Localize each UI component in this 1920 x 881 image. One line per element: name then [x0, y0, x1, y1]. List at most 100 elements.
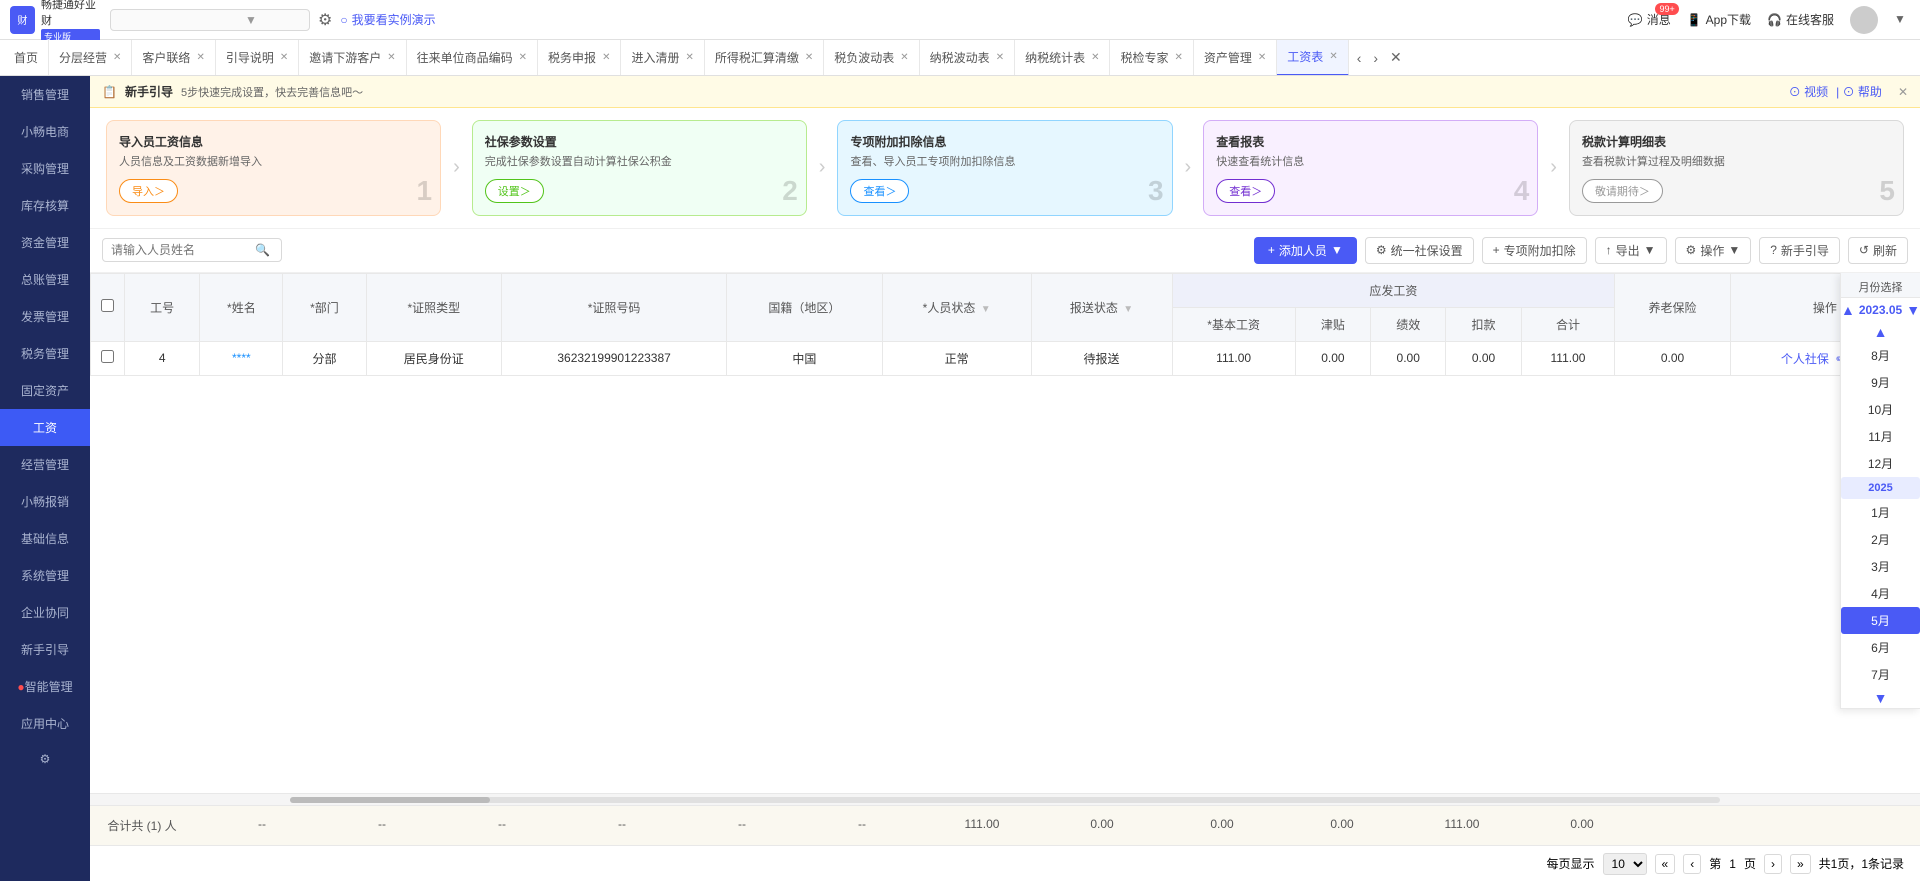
next-page-button[interactable]: › — [1764, 854, 1782, 874]
close-icon[interactable]: ✕ — [113, 52, 121, 63]
month-item-3[interactable]: 3月 — [1841, 553, 1920, 580]
close-icon[interactable]: ✕ — [280, 52, 288, 63]
row-checkbox[interactable] — [101, 350, 114, 363]
close-icon[interactable]: ✕ — [519, 52, 527, 63]
close-icon[interactable]: ✕ — [900, 52, 908, 63]
month-year-up-button[interactable]: ▲ — [1841, 302, 1855, 318]
tab-tax-burden[interactable]: 税负波动表✕ — [824, 40, 919, 76]
tab-tax-report[interactable]: 税务申报✕ — [538, 40, 621, 76]
step-btn-5[interactable]: 敬请期待＞ — [1582, 179, 1663, 203]
month-item-2[interactable]: 2月 — [1841, 526, 1920, 553]
operation-button[interactable]: ⚙ 操作 ▼ — [1675, 237, 1752, 264]
month-item-4[interactable]: 4月 — [1841, 580, 1920, 607]
close-icon[interactable]: ✕ — [387, 52, 395, 63]
sidebar-item-funds[interactable]: 资金管理 — [0, 224, 90, 261]
sidebar-item-base[interactable]: 基础信息 — [0, 520, 90, 557]
close-icon[interactable]: ✕ — [996, 52, 1004, 63]
close-icon[interactable]: ✕ — [602, 52, 610, 63]
social-security-button[interactable]: ⚙ 统一社保设置 — [1365, 237, 1474, 264]
sidebar-item-ai[interactable]: ●智能管理 — [0, 668, 90, 705]
online-service-button[interactable]: 🎧 在线客服 — [1767, 11, 1834, 28]
sidebar-item-appstore[interactable]: 应用中心 — [0, 705, 90, 742]
user-menu[interactable]: ▼ — [1894, 12, 1910, 28]
tab-clear[interactable]: 进入清册✕ — [621, 40, 704, 76]
last-page-button[interactable]: » — [1790, 854, 1811, 874]
select-all-checkbox[interactable] — [101, 299, 114, 312]
tab-income[interactable]: 所得税汇算清缴✕ — [705, 40, 824, 76]
close-icon[interactable]: ✕ — [685, 52, 693, 63]
step-btn-3[interactable]: 查看＞ — [850, 179, 909, 203]
sidebar-item-sales[interactable]: 销售管理 — [0, 76, 90, 113]
tab-asset[interactable]: 资产管理✕ — [1194, 40, 1277, 76]
tab-tax-stat[interactable]: 纳税统计表✕ — [1015, 40, 1110, 76]
sidebar-item-purchase[interactable]: 采购管理 — [0, 150, 90, 187]
app-download-button[interactable]: 📱 App下载 — [1687, 11, 1751, 28]
close-icon[interactable]: ✕ — [1258, 52, 1266, 63]
first-page-button[interactable]: « — [1655, 854, 1676, 874]
search-btn[interactable]: 🔍 — [255, 243, 270, 257]
avatar[interactable] — [1850, 6, 1878, 34]
refresh-button[interactable]: ↺ 刷新 — [1848, 237, 1908, 264]
tab-invite[interactable]: 邀请下游客户✕ — [299, 40, 406, 76]
sidebar-item-expense[interactable]: 小畅报销 — [0, 483, 90, 520]
sidebar-item-newbie[interactable]: 新手引导 — [0, 631, 90, 668]
tab-home[interactable]: 首页 — [4, 40, 49, 76]
export-button[interactable]: ↑ 导出 ▼ — [1595, 237, 1667, 264]
guide-video-link[interactable]: ⊙ 视频 — [1789, 83, 1828, 100]
sidebar-item-assets[interactable]: 固定资产 — [0, 372, 90, 409]
demo-link[interactable]: ○ 我要看实例演示 — [340, 11, 435, 28]
tab-close-all-button[interactable]: ✕ — [1386, 47, 1406, 68]
newbie-guide-button[interactable]: ? 新手引导 — [1759, 237, 1840, 264]
tab-prev-button[interactable]: ‹ — [1353, 48, 1366, 68]
month-item-8[interactable]: 8月 — [1841, 342, 1920, 369]
prev-page-button[interactable]: ‹ — [1683, 854, 1701, 874]
sidebar-item-invoice[interactable]: 发票管理 — [0, 298, 90, 335]
month-item-7[interactable]: 7月 — [1841, 661, 1920, 688]
sidebar-item-collab[interactable]: 企业协同 — [0, 594, 90, 631]
close-icon[interactable]: ✕ — [1091, 52, 1099, 63]
step-btn-2[interactable]: 设置＞ — [485, 179, 544, 203]
close-icon[interactable]: ✕ — [1329, 51, 1337, 62]
search-input[interactable] — [119, 13, 239, 27]
month-scroll-down-button[interactable]: ▼ — [1841, 688, 1920, 708]
month-scroll-up-button[interactable]: ▲ — [1841, 322, 1920, 342]
step-btn-1[interactable]: 导入＞ — [119, 179, 178, 203]
tab-tax-wave[interactable]: 纳税波动表✕ — [920, 40, 1015, 76]
personal-social-link[interactable]: 个人社保 — [1781, 352, 1829, 366]
tab-client[interactable]: 客户联络✕ — [132, 40, 215, 76]
special-deduct-button[interactable]: + 专项附加扣除 — [1482, 237, 1587, 264]
sidebar-item-settings[interactable]: ⚙ — [0, 742, 90, 776]
settings-icon[interactable]: ⚙ — [318, 10, 332, 30]
month-item-6[interactable]: 6月 — [1841, 634, 1920, 661]
scrollbar-thumb[interactable] — [290, 797, 490, 803]
month-item-10[interactable]: 10月 — [1841, 396, 1920, 423]
guide-help-link[interactable]: | ⊙ 帮助 — [1836, 83, 1882, 100]
sidebar-item-tax[interactable]: 税务管理 — [0, 335, 90, 372]
month-item-12[interactable]: 12月 — [1841, 450, 1920, 477]
sidebar-item-ecom[interactable]: 小畅电商 — [0, 113, 90, 150]
close-icon[interactable]: ✕ — [805, 52, 813, 63]
month-item-5[interactable]: 5月 — [1841, 607, 1920, 634]
tab-goods-code[interactable]: 往来单位商品编码✕ — [407, 40, 538, 76]
tab-salary[interactable]: 工资表✕ — [1277, 40, 1348, 76]
close-icon[interactable]: ✕ — [196, 52, 204, 63]
table-scrollbar[interactable] — [90, 793, 1920, 805]
sidebar-item-sys[interactable]: 系统管理 — [0, 557, 90, 594]
sidebar-item-salary[interactable]: 工资 — [0, 409, 90, 446]
tab-next-button[interactable]: › — [1369, 48, 1382, 68]
sidebar-item-ledger[interactable]: 总账管理 — [0, 261, 90, 298]
employee-search-input[interactable] — [111, 243, 251, 257]
tab-tax-expert[interactable]: 税检专家✕ — [1110, 40, 1193, 76]
close-guide-button[interactable]: ✕ — [1898, 85, 1908, 99]
page-size-select[interactable]: 10 20 50 — [1603, 853, 1647, 875]
message-button[interactable]: 💬 消息 99+ — [1628, 11, 1671, 28]
tab-guide[interactable]: 引导说明✕ — [216, 40, 299, 76]
month-item-11[interactable]: 11月 — [1841, 423, 1920, 450]
month-item-9[interactable]: 9月 — [1841, 369, 1920, 396]
tab-fenck[interactable]: 分层经营✕ — [49, 40, 132, 76]
month-year-down-button[interactable]: ▼ — [1906, 302, 1920, 318]
month-item-1[interactable]: 1月 — [1841, 499, 1920, 526]
close-icon[interactable]: ✕ — [1175, 52, 1183, 63]
sidebar-item-inventory[interactable]: 库存核算 — [0, 187, 90, 224]
sidebar-item-ops[interactable]: 经营管理 — [0, 446, 90, 483]
